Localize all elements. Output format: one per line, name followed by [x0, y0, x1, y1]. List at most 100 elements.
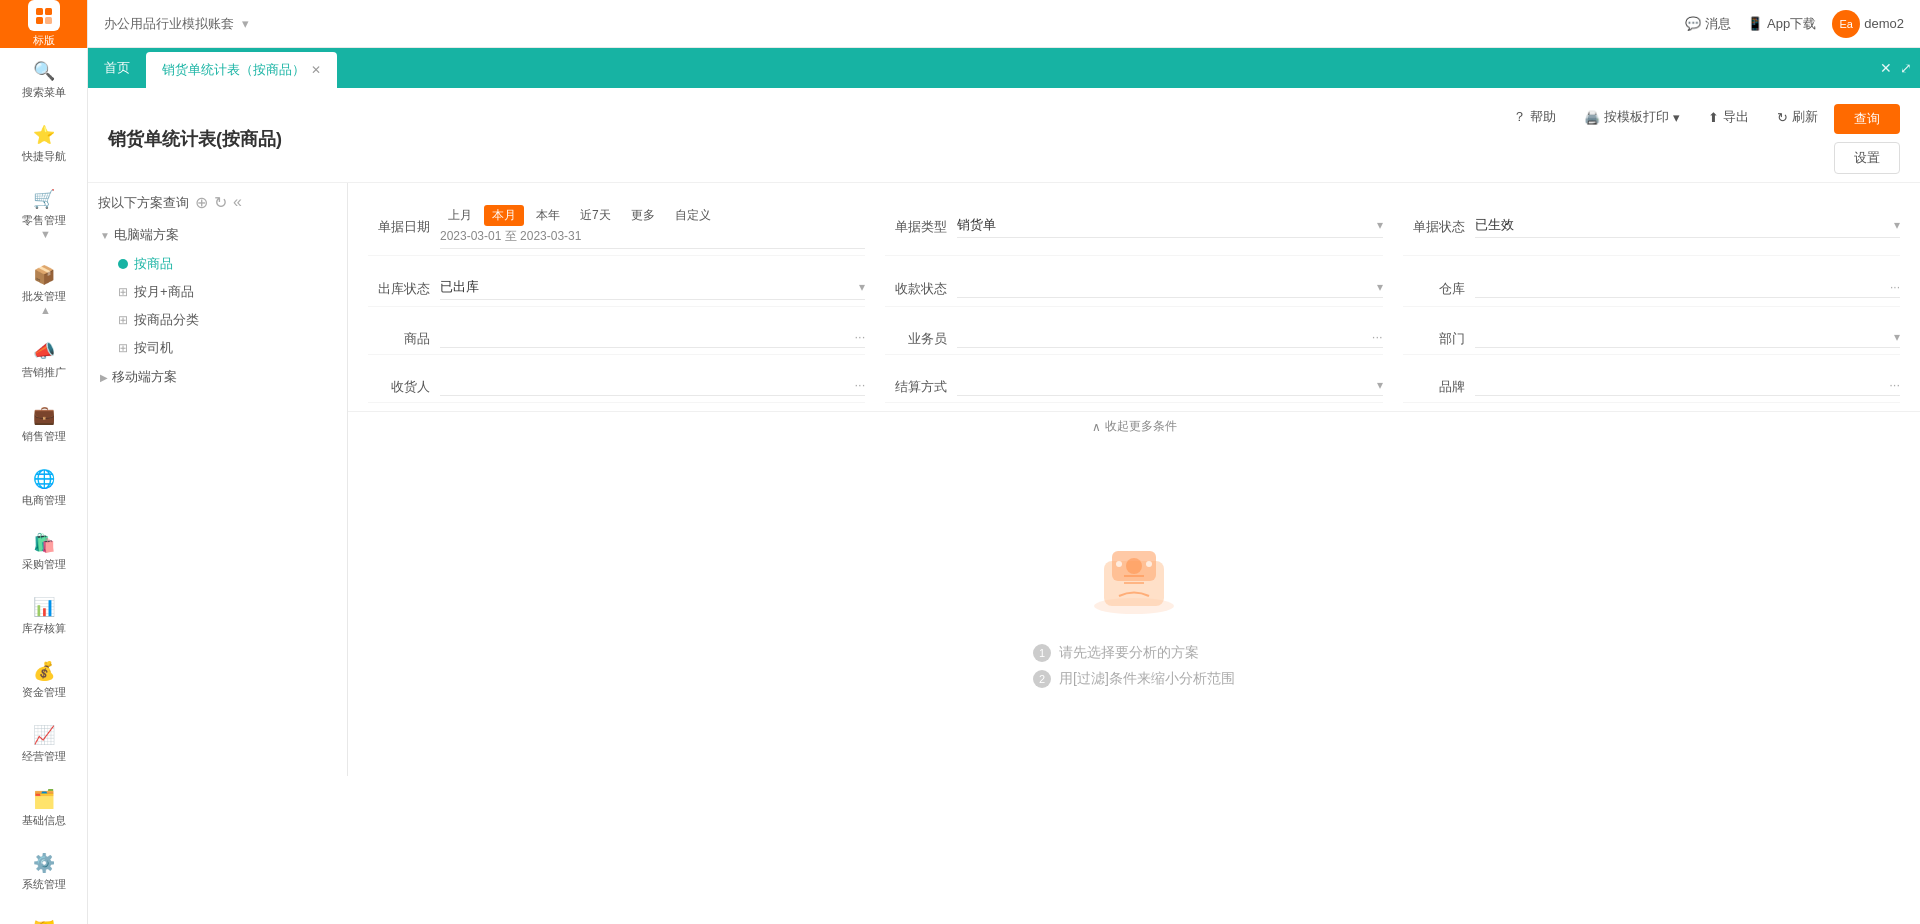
filter-type-value[interactable]: 销货单 ▾ [957, 216, 1382, 238]
filter-brand-label: 品牌 [1403, 378, 1475, 396]
quicknav-icon: ⭐ [33, 124, 55, 146]
wholesale-expand-icon: ▲ [40, 304, 51, 316]
empty-step-1-text: 请先选择要分析的方案 [1059, 644, 1199, 662]
sidebar-item-inventory[interactable]: 📊 库存核算 [0, 584, 87, 648]
date-btn-more[interactable]: 更多 [623, 205, 663, 226]
sidebar-item-marketing[interactable]: 📣 营销推广 [0, 328, 87, 392]
scheme-item-by-driver-label: 按司机 [134, 339, 173, 357]
filter-consignee-value[interactable]: ··· [440, 377, 865, 396]
scheme-item-by-driver[interactable]: ⊞ 按司机 [88, 334, 347, 362]
sidebar-item-ecommerce[interactable]: 🌐 电商管理 [0, 456, 87, 520]
export-btn[interactable]: ⬆ 导出 [1700, 104, 1757, 130]
scheme-item-by-month-goods[interactable]: ⊞ 按月+商品 [88, 278, 347, 306]
filter-dept-value[interactable]: ▾ [1475, 330, 1900, 348]
inventory-icon: 📊 [33, 596, 55, 618]
page-actions: ？ 帮助 🖨️ 按模板打印 ▾ ⬆ 导出 ↻ 刷新 [1505, 104, 1826, 130]
filter-settlement-value[interactable]: ▾ [957, 378, 1382, 396]
filter-goods-dots: ··· [854, 329, 865, 344]
tab-home[interactable]: 首页 [88, 48, 146, 88]
refresh-btn[interactable]: ↻ 刷新 [1769, 104, 1826, 130]
sidebar-item-purchase[interactable]: 🛍️ 采购管理 [0, 520, 87, 584]
svg-rect-0 [36, 8, 43, 15]
scheme-group-mobile-header[interactable]: ▶ 移动端方案 [88, 362, 347, 392]
sidebar-item-cooperation[interactable]: 🤝 企业协同 [0, 904, 87, 924]
print-btn[interactable]: 🖨️ 按模板打印 ▾ [1576, 104, 1688, 130]
sidebar-item-search-label: 搜索菜单 [22, 85, 66, 100]
sidebar-item-sales[interactable]: 💼 销售管理 [0, 392, 87, 456]
scheme-tree: ▼ 电脑端方案 按商品 ⊞ 按月+商品 ⊞ 按 [88, 220, 347, 392]
filter-brand-dots: ··· [1889, 377, 1900, 392]
sidebar-item-operations[interactable]: 📈 经营管理 [0, 712, 87, 776]
step-num-2: 2 [1033, 670, 1051, 688]
date-btn-custom[interactable]: 自定义 [667, 205, 719, 226]
filter-status-value[interactable]: 已生效 ▾ [1475, 216, 1900, 238]
sidebar-item-retail[interactable]: 🛒 零售管理 ▼ [0, 176, 87, 252]
sidebar-item-system[interactable]: ⚙️ 系统管理 [0, 840, 87, 904]
sidebar-item-finance[interactable]: 💰 资金管理 [0, 648, 87, 712]
scheme-collapse-icon[interactable]: « [233, 193, 242, 212]
main-area: 办公用品行业模拟账套 ▾ 💬 消息 📱 App下载 Ea demo2 首页 [88, 0, 1920, 924]
tab-report[interactable]: 销货单统计表（按商品） ✕ [146, 52, 337, 88]
scheme-item-by-category[interactable]: ⊞ 按商品分类 [88, 306, 347, 334]
marketing-icon: 📣 [33, 340, 55, 362]
scheme-refresh-icon[interactable]: ↻ [214, 193, 227, 212]
tab-bar-expand-btn[interactable]: ⤢ [1900, 60, 1912, 76]
content-area: 销货单统计表(按商品) ？ 帮助 🖨️ 按模板打印 ▾ ⬆ 导出 [88, 88, 1920, 924]
tab-bar-close-btn[interactable]: ✕ [1880, 60, 1892, 76]
app-download-btn[interactable]: 📱 App下载 [1747, 15, 1816, 33]
sidebar-item-wholesale[interactable]: 📦 批发管理 ▲ [0, 252, 87, 328]
grid-icon-3: ⊞ [118, 341, 128, 355]
scheme-item-by-goods-label: 按商品 [134, 255, 173, 273]
operations-icon: 📈 [33, 724, 55, 746]
filter-warehouse-value[interactable]: ··· [1475, 280, 1900, 298]
filter-brand-value[interactable]: ··· [1475, 377, 1900, 396]
date-btn-this-year[interactable]: 本年 [528, 205, 568, 226]
sidebar-item-quicknav[interactable]: ⭐ 快捷导航 [0, 112, 87, 176]
sidebar-item-retail-label: 零售管理 [22, 213, 66, 228]
scheme-group-pc-header[interactable]: ▼ 电脑端方案 [88, 220, 347, 250]
filter-receipt-dots: ▾ [1377, 280, 1383, 294]
sidebar-item-sales-label: 销售管理 [22, 429, 66, 444]
workspace-dropdown-icon[interactable]: ▾ [242, 16, 249, 31]
filter-stock-out-value[interactable]: 已出库 ▾ [440, 278, 865, 300]
logo-area: 标版 [0, 0, 87, 48]
app-subtitle: 标版 [33, 33, 55, 48]
sidebar-item-marketing-label: 营销推广 [22, 365, 66, 380]
scheme-item-by-category-label: 按商品分类 [134, 311, 199, 329]
date-btn-this-month[interactable]: 本月 [484, 205, 524, 226]
filter-dept: 部门 ▾ [1403, 323, 1900, 355]
tab-close-icon[interactable]: ✕ [311, 63, 321, 77]
sidebar-item-basic-label: 基础信息 [22, 813, 66, 828]
collapse-bar[interactable]: ∧ 收起更多条件 [348, 411, 1920, 441]
collapse-icon: ∧ [1092, 420, 1101, 434]
filter-stock-out-dropdown: ▾ [859, 280, 865, 294]
caret-right-icon: ▶ [100, 372, 108, 383]
date-btn-last-month[interactable]: 上月 [440, 205, 480, 226]
sales-icon: 💼 [33, 404, 55, 426]
sidebar-item-ecommerce-label: 电商管理 [22, 493, 66, 508]
message-btn[interactable]: 💬 消息 [1685, 15, 1731, 33]
sidebar-item-basic[interactable]: 🗂️ 基础信息 [0, 776, 87, 840]
filter-receipt-value[interactable]: ▾ [957, 280, 1382, 298]
query-btn[interactable]: 查询 [1834, 104, 1900, 134]
print-arrow: ▾ [1673, 110, 1680, 125]
scheme-add-icon[interactable]: ⊕ [195, 193, 208, 212]
page-title: 销货单统计表(按商品) [108, 127, 282, 151]
scheme-item-by-month-goods-label: 按月+商品 [134, 283, 194, 301]
scheme-item-by-goods[interactable]: 按商品 [88, 250, 347, 278]
date-range-display: 2023-03-01 至 2023-03-31 [440, 228, 581, 245]
refresh-icon: ↻ [1777, 110, 1788, 125]
filter-salesperson-dots: ··· [1372, 329, 1383, 344]
filter-salesperson-value[interactable]: ··· [957, 329, 1382, 348]
filter-type-label: 单据类型 [885, 218, 957, 236]
sidebar-item-search[interactable]: 🔍 搜索菜单 [0, 48, 87, 112]
svg-point-7 [1126, 558, 1142, 574]
tab-home-label: 首页 [104, 59, 130, 77]
date-btn-7days[interactable]: 近7天 [572, 205, 619, 226]
user-area[interactable]: Ea demo2 [1832, 10, 1904, 38]
settings-btn[interactable]: 设置 [1834, 142, 1900, 174]
filter-type: 单据类型 销货单 ▾ [885, 199, 1382, 256]
help-btn[interactable]: ？ 帮助 [1505, 104, 1564, 130]
avatar: Ea [1832, 10, 1860, 38]
filter-goods-value[interactable]: ··· [440, 329, 865, 348]
